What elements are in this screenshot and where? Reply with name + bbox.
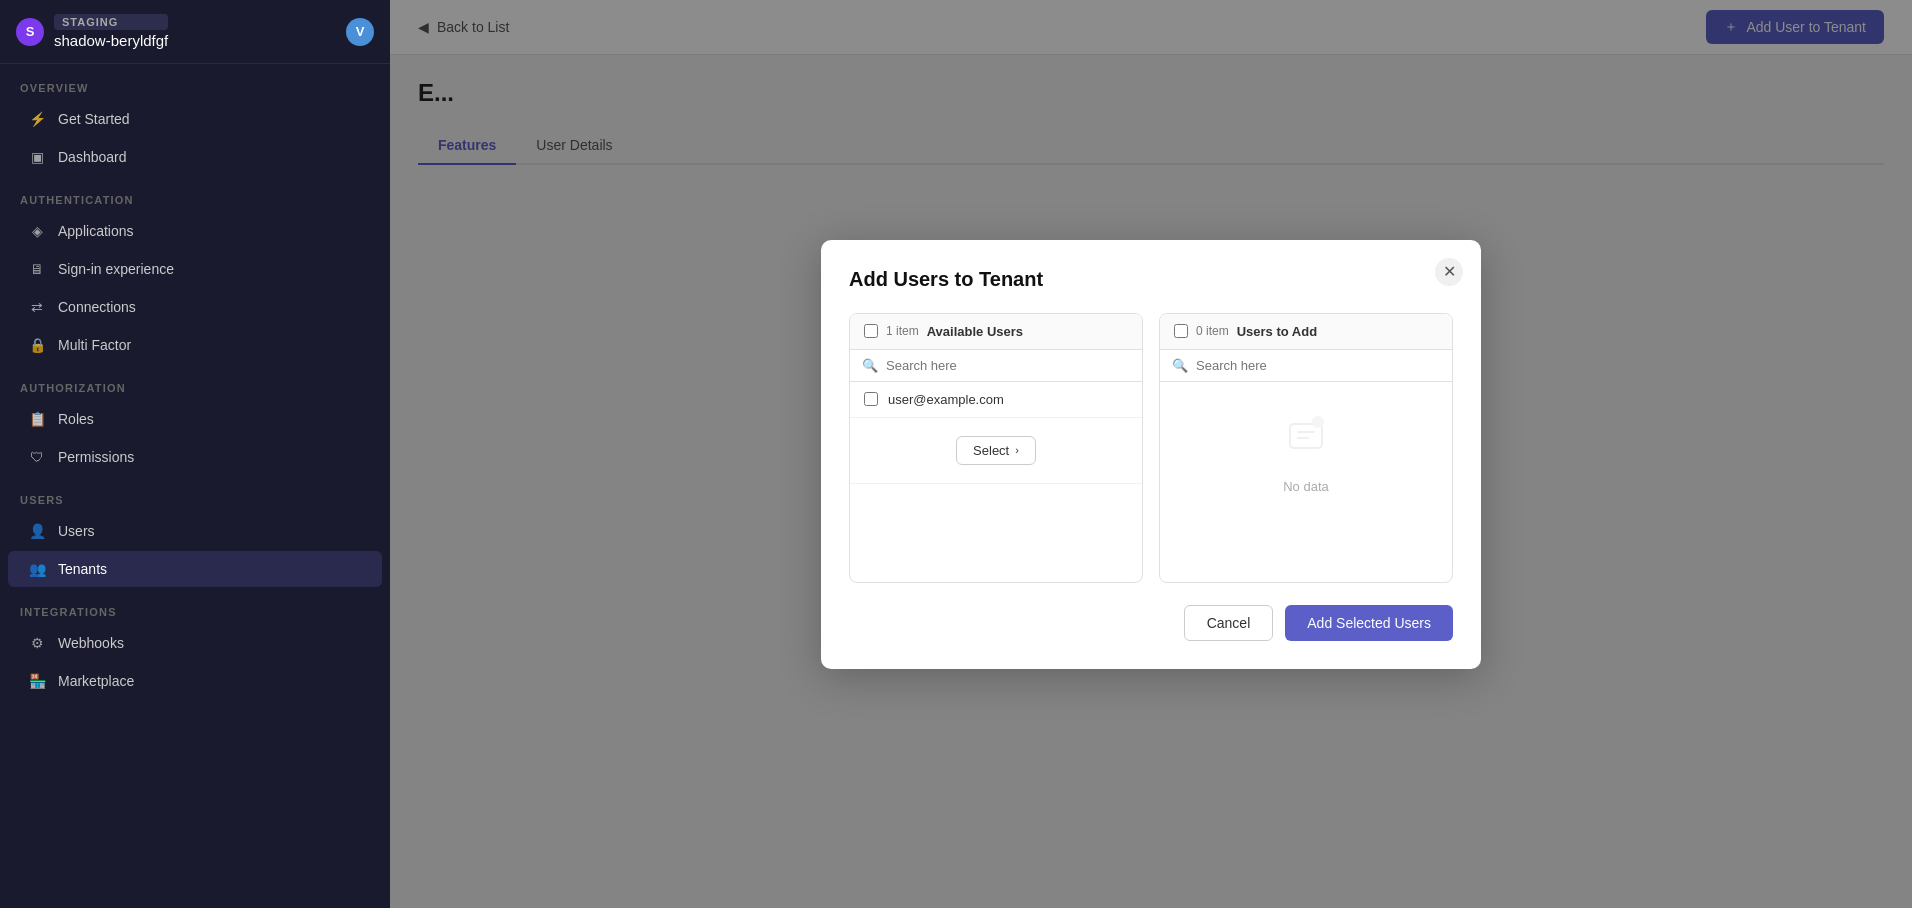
sidebar-item-label: Marketplace (58, 673, 134, 689)
sidebar-item-dashboard[interactable]: ▣ Dashboard (8, 139, 382, 175)
marketplace-icon: 🏪 (28, 672, 46, 690)
sidebar-item-permissions[interactable]: 🛡 Permissions (8, 439, 382, 475)
users-to-add-search-input[interactable] (1196, 358, 1440, 373)
org-name[interactable]: shadow-beryldfgf (54, 32, 168, 49)
user-checkbox[interactable] (864, 392, 878, 406)
roles-icon: 📋 (28, 410, 46, 428)
sidebar-item-get-started[interactable]: ⚡ Get Started (8, 101, 382, 137)
select-all-available-checkbox[interactable] (864, 324, 878, 338)
select-area: Select › (850, 418, 1142, 484)
modal-footer: Cancel Add Selected Users (849, 605, 1453, 641)
applications-icon: ◈ (28, 222, 46, 240)
sidebar-header: S STAGING shadow-beryldfgf V (0, 0, 390, 64)
search-icon-left: 🔍 (862, 358, 878, 373)
modal-overlay: Add Users to Tenant ✕ 1 item Available U… (390, 0, 1912, 908)
sidebar-item-users[interactable]: 👤 Users (8, 513, 382, 549)
users-to-add-col: 0 item Users to Add 🔍 (1159, 313, 1453, 583)
section-label-integrations: INTEGRATIONS (0, 588, 390, 624)
multi-factor-icon: 🔒 (28, 336, 46, 354)
cancel-button[interactable]: Cancel (1184, 605, 1274, 641)
no-data-icon (1282, 410, 1330, 467)
modal-close-button[interactable]: ✕ (1435, 258, 1463, 286)
available-users-search-input[interactable] (886, 358, 1130, 373)
available-users-col: 1 item Available Users 🔍 user@example.co… (849, 313, 1143, 583)
webhooks-icon: ⚙ (28, 634, 46, 652)
users-to-add-search-box: 🔍 (1160, 350, 1452, 382)
sidebar-item-label: Roles (58, 411, 94, 427)
sidebar-item-label: Sign-in experience (58, 261, 174, 277)
select-button-label: Select (973, 443, 1009, 458)
sidebar-item-applications[interactable]: ◈ Applications (8, 213, 382, 249)
user-email: user@example.com (888, 392, 1004, 407)
sidebar-item-label: Get Started (58, 111, 130, 127)
sidebar-item-tenants[interactable]: 👥 Tenants (8, 551, 382, 587)
select-button[interactable]: Select › (956, 436, 1036, 465)
available-users-label: Available Users (927, 324, 1023, 339)
sidebar-item-label: Multi Factor (58, 337, 131, 353)
modal: Add Users to Tenant ✕ 1 item Available U… (821, 240, 1481, 669)
no-data-text: No data (1283, 479, 1329, 494)
users-to-add-header: 0 item Users to Add (1160, 314, 1452, 350)
modal-title: Add Users to Tenant (849, 268, 1453, 291)
sidebar: S STAGING shadow-beryldfgf V OVERVIEW ⚡ … (0, 0, 390, 908)
sidebar-item-label: Users (58, 523, 95, 539)
sidebar-item-label: Permissions (58, 449, 134, 465)
permissions-icon: 🛡 (28, 448, 46, 466)
users-to-add-list: No data (1160, 382, 1452, 582)
available-users-search-box: 🔍 (850, 350, 1142, 382)
users-to-add-label: Users to Add (1237, 324, 1317, 339)
users-to-add-count: 0 item (1196, 324, 1229, 338)
available-users-header: 1 item Available Users (850, 314, 1142, 350)
dashboard-icon: ▣ (28, 148, 46, 166)
section-label-overview: OVERVIEW (0, 64, 390, 100)
close-icon: ✕ (1443, 262, 1456, 281)
get-started-icon: ⚡ (28, 110, 46, 128)
search-icon-right: 🔍 (1172, 358, 1188, 373)
svg-point-1 (1312, 416, 1324, 428)
section-label-users: USERS (0, 476, 390, 512)
sidebar-item-label: Connections (58, 299, 136, 315)
select-all-to-add-checkbox[interactable] (1174, 324, 1188, 338)
staging-badge: STAGING (54, 14, 168, 30)
sidebar-item-label: Webhooks (58, 635, 124, 651)
sign-in-icon: 🖥 (28, 260, 46, 278)
main-content: ◀ Back to List ＋ Add User to Tenant E...… (390, 0, 1912, 908)
sidebar-item-label: Dashboard (58, 149, 127, 165)
user-avatar[interactable]: V (346, 18, 374, 46)
section-label-authentication: AUTHENTICATION (0, 176, 390, 212)
org-avatar: S (16, 18, 44, 46)
chevron-right-icon: › (1015, 444, 1019, 456)
available-users-count: 1 item (886, 324, 919, 338)
tenants-icon: 👥 (28, 560, 46, 578)
sidebar-item-webhooks[interactable]: ⚙ Webhooks (8, 625, 382, 661)
sidebar-item-marketplace[interactable]: 🏪 Marketplace (8, 663, 382, 699)
sidebar-item-connections[interactable]: ⇄ Connections (8, 289, 382, 325)
user-row: user@example.com (850, 382, 1142, 418)
sidebar-item-sign-in-experience[interactable]: 🖥 Sign-in experience (8, 251, 382, 287)
add-selected-users-button[interactable]: Add Selected Users (1285, 605, 1453, 641)
sidebar-item-label: Tenants (58, 561, 107, 577)
sidebar-item-multi-factor[interactable]: 🔒 Multi Factor (8, 327, 382, 363)
connections-icon: ⇄ (28, 298, 46, 316)
available-users-list: user@example.com Select › (850, 382, 1142, 582)
users-icon: 👤 (28, 522, 46, 540)
no-data-area: No data (1160, 382, 1452, 522)
modal-columns: 1 item Available Users 🔍 user@example.co… (849, 313, 1453, 583)
sidebar-item-roles[interactable]: 📋 Roles (8, 401, 382, 437)
section-label-authorization: AUTHORIZATION (0, 364, 390, 400)
sidebar-item-label: Applications (58, 223, 134, 239)
